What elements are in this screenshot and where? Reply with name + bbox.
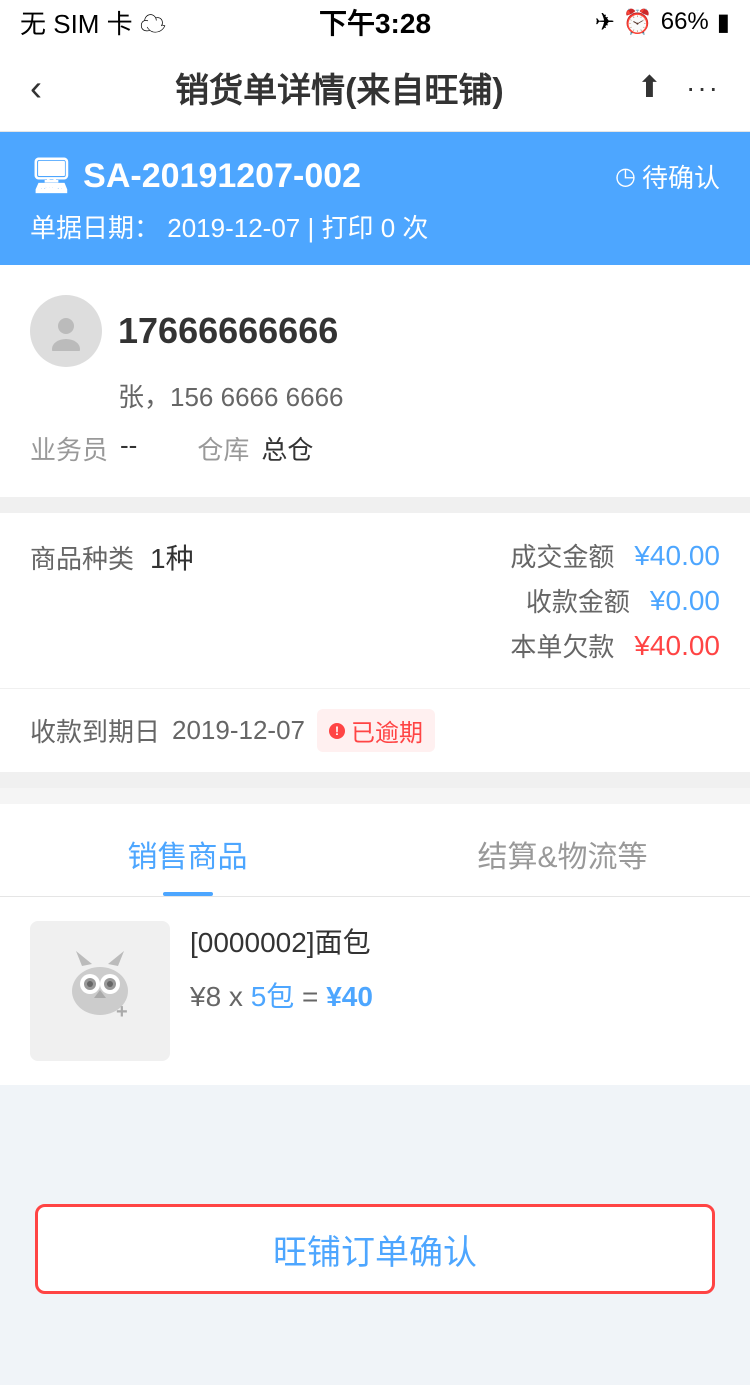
page-title: 销货单详情(来自旺铺) <box>175 63 504 112</box>
confirm-order-button[interactable]: 旺铺订单确认 <box>35 1204 715 1294</box>
received-label: 收款金额 <box>526 582 630 619</box>
tab-settlement[interactable]: 结算&物流等 <box>375 804 750 896</box>
share-button[interactable]: ⬆ <box>637 70 662 105</box>
divider-1 <box>0 497 750 513</box>
order-date-line: 单据日期： 2019-12-07 | 打印 0 次 <box>30 208 720 245</box>
summary-grid: 商品种类 1种 成交金额 ¥40.00 收款金额 ¥0.00 本单欠款 ¥40.… <box>30 537 720 664</box>
due-date: 2019-12-07 <box>172 715 305 746</box>
product-item: + [0000002]面包 ¥8 x 5包 = ¥40 <box>30 921 720 1061</box>
print-count: 0 <box>381 213 395 243</box>
product-equals: = <box>294 981 326 1012</box>
amount-label: 成交金额 <box>510 537 614 574</box>
sim-status: 无 SIM 卡 ☁ <box>20 4 166 41</box>
nav-bar: ‹ 销货单详情(来自旺铺) ⬆ ··· <box>0 44 750 132</box>
customer-name: 张，156 6666 6666 <box>30 377 720 414</box>
warehouse: 仓库 总仓 <box>197 430 313 467</box>
order-icon: 🖥 <box>30 156 73 196</box>
product-type-count: 1种 <box>150 537 194 577</box>
product-list: + [0000002]面包 ¥8 x 5包 = ¥40 <box>0 897 750 1085</box>
clock-icon: ◷ <box>615 162 636 191</box>
more-button[interactable]: ··· <box>686 72 720 104</box>
product-total: ¥40 <box>326 981 373 1012</box>
product-price: ¥8 x <box>190 981 251 1012</box>
product-thumb-image: + <box>60 946 140 1036</box>
customer-top: 17666666666 <box>30 295 720 367</box>
tab-bar: 销售商品 结算&物流等 <box>0 804 750 896</box>
status-bar-left: 无 SIM 卡 ☁ <box>20 4 166 41</box>
amount-row: 成交金额 ¥40.00 <box>510 537 720 574</box>
received-value: ¥0.00 <box>650 585 720 617</box>
product-type-area: 商品种类 1种 <box>30 537 194 577</box>
status-bar-right: ✈ ⏰ 66% ▮ <box>595 8 730 37</box>
product-price-line: ¥8 x 5包 = ¥40 <box>190 975 720 1015</box>
product-thumbnail: + <box>30 921 170 1061</box>
overdue-icon: ! <box>329 723 345 739</box>
battery-icon: ▮ <box>717 8 730 37</box>
customer-phone: 17666666666 <box>118 310 338 352</box>
status-bar: 无 SIM 卡 ☁ 下午3:28 ✈ ⏰ 66% ▮ <box>0 0 750 44</box>
sales-rep: 业务员 -- <box>30 430 137 467</box>
svg-text:+: + <box>116 1001 128 1023</box>
amounts-area: 成交金额 ¥40.00 收款金额 ¥0.00 本单欠款 ¥40.00 <box>510 537 720 664</box>
tab-section: 销售商品 结算&物流等 <box>0 804 750 897</box>
back-button[interactable]: ‹ <box>30 67 42 109</box>
warehouse-label: 仓库 <box>197 430 249 467</box>
tab-sales-products[interactable]: 销售商品 <box>0 804 375 896</box>
status-bar-time: 下午3:28 <box>319 2 431 42</box>
confirm-button-wrap: 旺铺订单确认 <box>35 1204 715 1294</box>
order-date: 2019-12-07 <box>167 213 300 243</box>
divider-2 <box>0 772 750 788</box>
due-date-section: 收款到期日 2019-12-07 ! 已逾期 <box>0 688 750 772</box>
product-qty: 5包 <box>251 981 295 1012</box>
overdue-text: 已逾期 <box>351 713 423 748</box>
order-header-top: 🖥 SA-20191207-002 ◷ 待确认 <box>30 156 720 196</box>
order-id: 🖥 SA-20191207-002 <box>30 156 361 196</box>
date-label: 单据日期： <box>30 213 160 243</box>
customer-meta: 业务员 -- 仓库 总仓 <box>30 430 720 467</box>
warehouse-value: 总仓 <box>261 430 313 467</box>
print-label: | 打印 <box>307 213 373 243</box>
due-label: 收款到期日 <box>30 712 160 749</box>
product-name: [0000002]面包 <box>190 921 720 961</box>
order-status: ◷ 待确认 <box>615 158 720 195</box>
customer-section: 17666666666 张，156 6666 6666 业务员 -- 仓库 总仓 <box>0 265 750 497</box>
order-header-banner: 🖥 SA-20191207-002 ◷ 待确认 单据日期： 2019-12-07… <box>0 132 750 265</box>
sales-rep-value: -- <box>120 430 137 467</box>
order-id-text: SA-20191207-002 <box>83 157 361 196</box>
location-icon: ✈ <box>595 8 615 37</box>
owed-label: 本单欠款 <box>510 627 614 664</box>
status-text: 待确认 <box>642 158 720 195</box>
received-row: 收款金额 ¥0.00 <box>526 582 720 619</box>
owed-value: ¥40.00 <box>634 630 720 662</box>
amount-value: ¥40.00 <box>634 540 720 572</box>
avatar <box>30 295 102 367</box>
battery-status: 66% <box>661 8 709 36</box>
product-info: [0000002]面包 ¥8 x 5包 = ¥40 <box>190 921 720 1015</box>
alarm-icon: ⏰ <box>623 8 653 37</box>
print-suffix: 次 <box>402 213 428 243</box>
product-type-label: 商品种类 <box>30 539 134 576</box>
overdue-badge: ! 已逾期 <box>317 709 435 752</box>
tab-settlement-label: 结算&物流等 <box>477 841 647 874</box>
nav-actions: ⬆ ··· <box>637 70 720 105</box>
tab-sales-label: 销售商品 <box>128 841 248 874</box>
owed-row: 本单欠款 ¥40.00 <box>510 627 720 664</box>
summary-section: 商品种类 1种 成交金额 ¥40.00 收款金额 ¥0.00 本单欠款 ¥40.… <box>0 513 750 688</box>
sales-rep-label: 业务员 <box>30 430 108 467</box>
